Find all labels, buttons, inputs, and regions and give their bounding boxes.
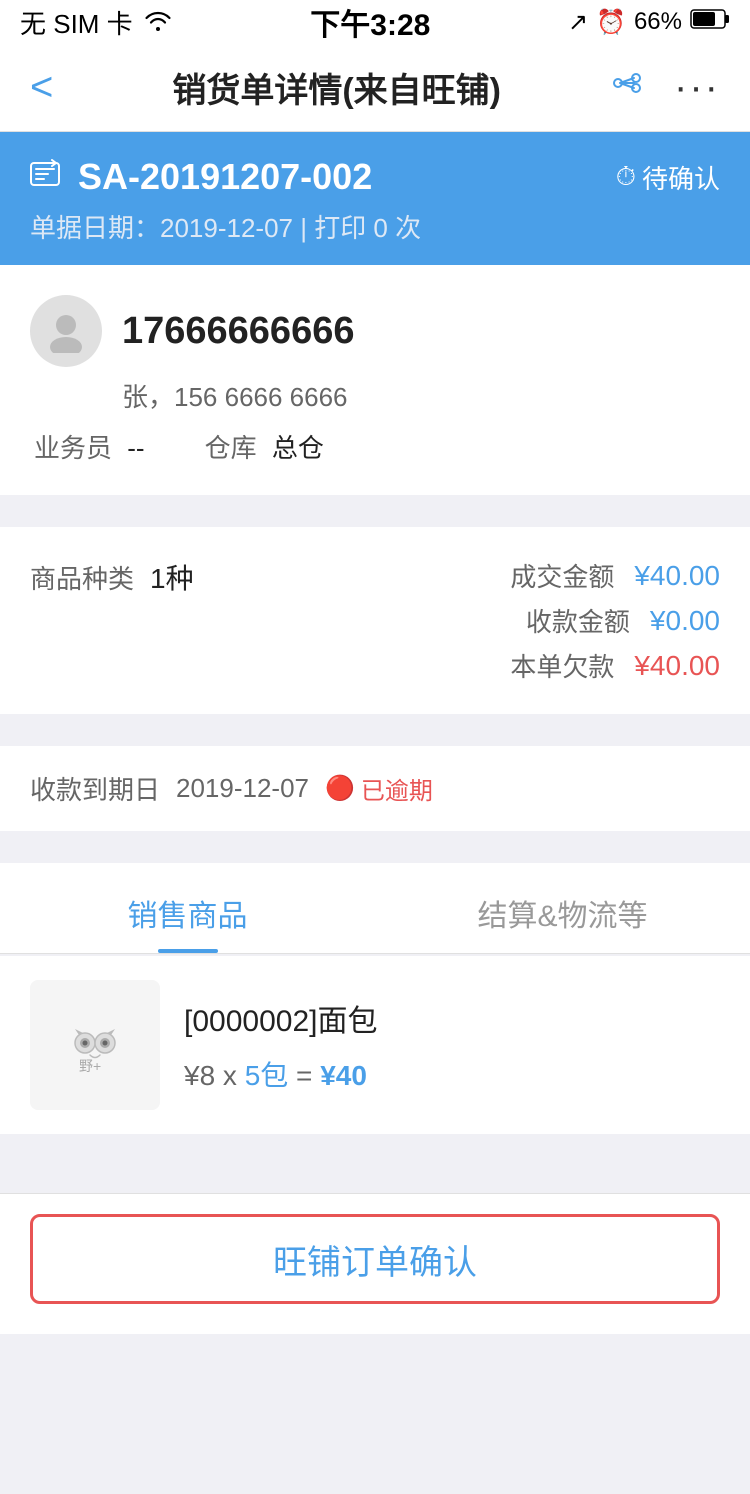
confirm-order-button[interactable]: 旺铺订单确认 xyxy=(30,1214,720,1304)
alarm-icon: ⏰ xyxy=(596,8,626,37)
received-label: 收款金额 xyxy=(526,602,630,639)
deal-amount-label: 成交金额 xyxy=(510,557,614,594)
wifi-icon xyxy=(143,7,173,38)
owed-label: 本单欠款 xyxy=(510,647,614,684)
due-section: 收款到期日 2019-12-07 🔴 已逾期 xyxy=(0,746,750,831)
overdue-icon: 🔴 xyxy=(325,774,355,803)
order-id: SA-20191207-002 xyxy=(30,156,372,198)
overdue-badge: 🔴 已逾期 xyxy=(325,771,433,806)
warehouse-label: 仓库 总仓 xyxy=(205,428,324,465)
divider-3 xyxy=(0,831,750,847)
overdue-label: 已逾期 xyxy=(361,771,433,806)
tab-settlement-logistics[interactable]: 结算&物流等 xyxy=(375,863,750,953)
deal-amount-row: 成交金额 ¥40.00 xyxy=(510,557,720,594)
product-total: ¥40 xyxy=(320,1060,367,1091)
summary-section: 商品种类 1种 成交金额 ¥40.00 收款金额 ¥0.00 本单欠款 ¥40.… xyxy=(0,527,750,714)
bottom-bar: 旺铺订单确认 xyxy=(0,1193,750,1334)
customer-phone: 17666666666 xyxy=(122,310,354,353)
equals-text: = xyxy=(288,1060,320,1091)
summary-right: 成交金额 ¥40.00 收款金额 ¥0.00 本单欠款 ¥40.00 xyxy=(510,557,720,684)
location-icon: ↗ xyxy=(568,8,588,37)
page-title: 销货单详情(来自旺铺) xyxy=(172,63,501,112)
order-icon xyxy=(30,156,66,198)
back-button[interactable]: < xyxy=(30,65,63,110)
status-bar: 无 SIM 卡 下午3:28 ↗ ⏰ 66% xyxy=(0,0,750,44)
order-date: 单据日期：2019-12-07 | 打印 0 次 xyxy=(30,208,720,245)
product-qty: 5包 xyxy=(245,1060,289,1091)
product-thumbnail: 野+ xyxy=(30,980,160,1110)
summary-grid: 商品种类 1种 成交金额 ¥40.00 收款金额 ¥0.00 本单欠款 ¥40.… xyxy=(30,557,720,684)
order-header-top: SA-20191207-002 ⏱ 待确认 xyxy=(30,156,720,198)
due-date-value: 2019-12-07 xyxy=(176,773,309,804)
product-price: ¥8 x 5包 = ¥40 xyxy=(184,1054,720,1094)
price-text: ¥8 x xyxy=(184,1060,245,1091)
customer-name: 张，156 6666 6666 xyxy=(30,377,720,414)
avatar xyxy=(30,295,102,367)
order-header: SA-20191207-002 ⏱ 待确认 单据日期：2019-12-07 | … xyxy=(0,132,750,265)
deal-amount-value: ¥40.00 xyxy=(634,560,720,592)
customer-meta: 业务员 -- 仓库 总仓 xyxy=(30,428,720,465)
product-type-value: 1种 xyxy=(150,557,194,597)
product-item: 野+ [0000002]面包 ¥8 x 5包 = ¥40 xyxy=(0,956,750,1134)
salesperson-value: -- xyxy=(127,433,144,463)
received-row: 收款金额 ¥0.00 xyxy=(526,602,720,639)
svg-text:野+: 野+ xyxy=(79,1058,101,1074)
warehouse-value: 总仓 xyxy=(272,433,324,463)
owed-value: ¥40.00 xyxy=(634,650,720,682)
order-status: ⏱ 待确认 xyxy=(616,159,720,196)
status-right: ↗ ⏰ 66% xyxy=(568,8,730,37)
nav-actions: ··· xyxy=(610,65,720,110)
divider-2 xyxy=(0,714,750,730)
product-type-label: 商品种类 xyxy=(30,559,134,596)
product-type: 商品种类 1种 xyxy=(30,557,194,597)
battery-icon xyxy=(690,8,730,36)
received-value: ¥0.00 xyxy=(650,605,720,637)
carrier-label: 无 SIM 卡 xyxy=(20,4,133,41)
clock-icon: ⏱ xyxy=(616,161,636,193)
product-name: [0000002]面包 xyxy=(184,996,720,1040)
customer-section: 17666666666 张，156 6666 6666 业务员 -- 仓库 总仓 xyxy=(0,265,750,495)
share-icon[interactable] xyxy=(610,66,644,109)
product-info: [0000002]面包 ¥8 x 5包 = ¥40 xyxy=(184,996,720,1094)
customer-top: 17666666666 xyxy=(30,295,720,367)
battery-label: 66% xyxy=(634,8,682,36)
divider-1 xyxy=(0,495,750,511)
status-time: 下午3:28 xyxy=(310,0,430,44)
nav-bar: < 销货单详情(来自旺铺) ··· xyxy=(0,44,750,132)
tab-sales-products[interactable]: 销售商品 xyxy=(0,863,375,953)
tabs-section: 销售商品 结算&物流等 xyxy=(0,863,750,954)
salesperson-label: 业务员 -- xyxy=(34,428,145,465)
due-date-label: 收款到期日 xyxy=(30,770,160,807)
status-left: 无 SIM 卡 xyxy=(20,4,173,41)
more-icon[interactable]: ··· xyxy=(674,65,720,110)
owed-row: 本单欠款 ¥40.00 xyxy=(510,647,720,684)
